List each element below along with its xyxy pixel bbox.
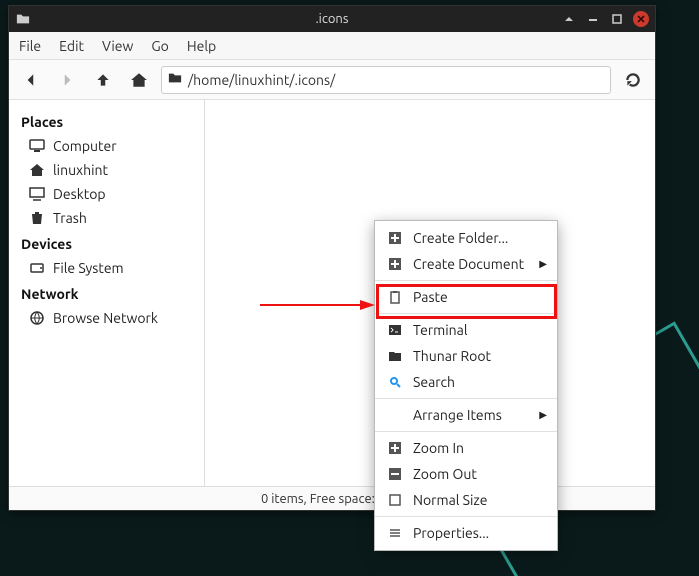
cm-label: Thunar Root bbox=[413, 348, 491, 364]
plus-icon bbox=[387, 256, 403, 272]
cm-label: Search bbox=[413, 374, 455, 390]
sidebar: Places Computer linuxhint Desktop Trash … bbox=[9, 100, 205, 486]
menu-separator bbox=[375, 280, 557, 281]
cm-label: Normal Size bbox=[413, 492, 487, 508]
menu-go[interactable]: Go bbox=[151, 38, 168, 54]
clipboard-icon bbox=[387, 289, 403, 305]
cm-label: Terminal bbox=[413, 322, 468, 338]
folder-icon bbox=[387, 348, 403, 364]
sidebar-item-desktop[interactable]: Desktop bbox=[9, 182, 204, 206]
menu-view[interactable]: View bbox=[102, 38, 133, 54]
sidebar-item-label: Computer bbox=[53, 138, 117, 154]
statusbar: 0 items, Free space: 32.4 bbox=[9, 486, 655, 510]
reload-button[interactable] bbox=[619, 66, 647, 94]
menu-help[interactable]: Help bbox=[187, 38, 216, 54]
cm-arrange-items[interactable]: Arrange Items ▶ bbox=[375, 402, 557, 428]
terminal-icon bbox=[387, 322, 403, 338]
folder-icon bbox=[168, 71, 182, 88]
cm-normal-size[interactable]: Normal Size bbox=[375, 487, 557, 513]
home-button[interactable] bbox=[125, 66, 153, 94]
globe-icon bbox=[29, 310, 45, 326]
cm-label: Create Folder... bbox=[413, 230, 508, 246]
sidebar-item-label: File System bbox=[53, 260, 124, 276]
context-menu: Create Folder... Create Document ▶ Paste… bbox=[374, 220, 558, 551]
titlebar: .icons bbox=[9, 6, 655, 32]
forward-button[interactable] bbox=[53, 66, 81, 94]
normal-size-icon bbox=[387, 492, 403, 508]
menu-separator bbox=[375, 516, 557, 517]
devices-header: Devices bbox=[9, 230, 204, 256]
home-icon bbox=[29, 162, 45, 178]
file-manager-window: .icons File Edit View Go Help bbox=[8, 5, 656, 511]
cm-search[interactable]: Search bbox=[375, 369, 557, 395]
network-header: Network bbox=[9, 280, 204, 306]
plus-icon bbox=[387, 230, 403, 246]
toolbar: /home/linuxhint/.icons/ bbox=[9, 60, 655, 100]
cm-terminal[interactable]: Terminal bbox=[375, 317, 557, 343]
cm-label: Paste bbox=[413, 289, 448, 305]
sidebar-item-trash[interactable]: Trash bbox=[9, 206, 204, 230]
sidebar-item-label: Trash bbox=[53, 210, 87, 226]
menu-separator bbox=[375, 313, 557, 314]
drive-icon bbox=[29, 260, 45, 276]
cm-thunar-root[interactable]: Thunar Root bbox=[375, 343, 557, 369]
menubar: File Edit View Go Help bbox=[9, 32, 655, 60]
cm-zoom-out[interactable]: Zoom Out bbox=[375, 461, 557, 487]
properties-icon bbox=[387, 525, 403, 541]
path-text: /home/linuxhint/.icons/ bbox=[188, 72, 335, 88]
up-caret-icon[interactable] bbox=[561, 11, 577, 27]
sidebar-item-label: linuxhint bbox=[53, 162, 108, 178]
cm-create-folder[interactable]: Create Folder... bbox=[375, 225, 557, 251]
back-button[interactable] bbox=[17, 66, 45, 94]
submenu-arrow-icon: ▶ bbox=[539, 409, 547, 421]
sidebar-item-computer[interactable]: Computer bbox=[9, 134, 204, 158]
sidebar-item-label: Browse Network bbox=[53, 310, 158, 326]
menu-separator bbox=[375, 431, 557, 432]
cm-label: Create Document bbox=[413, 256, 524, 272]
cm-label: Zoom Out bbox=[413, 466, 477, 482]
path-input[interactable]: /home/linuxhint/.icons/ bbox=[161, 66, 611, 94]
places-header: Places bbox=[9, 108, 204, 134]
computer-icon bbox=[29, 138, 45, 154]
sidebar-item-browse-network[interactable]: Browse Network bbox=[9, 306, 204, 330]
menu-file[interactable]: File bbox=[19, 38, 41, 54]
zoom-out-icon bbox=[387, 466, 403, 482]
sidebar-item-filesystem[interactable]: File System bbox=[9, 256, 204, 280]
search-icon bbox=[387, 374, 403, 390]
cm-label: Properties... bbox=[413, 525, 489, 541]
cm-label: Zoom In bbox=[413, 440, 464, 456]
sidebar-item-home[interactable]: linuxhint bbox=[9, 158, 204, 182]
sidebar-item-label: Desktop bbox=[53, 186, 106, 202]
menu-separator bbox=[375, 398, 557, 399]
up-button[interactable] bbox=[89, 66, 117, 94]
close-button[interactable] bbox=[633, 11, 649, 27]
submenu-arrow-icon: ▶ bbox=[539, 258, 547, 270]
folder-icon bbox=[15, 11, 31, 27]
window-title: .icons bbox=[315, 12, 348, 26]
zoom-in-icon bbox=[387, 440, 403, 456]
cm-create-document[interactable]: Create Document ▶ bbox=[375, 251, 557, 277]
minimize-button[interactable] bbox=[585, 11, 601, 27]
cm-paste[interactable]: Paste bbox=[375, 284, 557, 310]
cm-zoom-in[interactable]: Zoom In bbox=[375, 435, 557, 461]
maximize-button[interactable] bbox=[609, 11, 625, 27]
cm-label: Arrange Items bbox=[413, 407, 502, 423]
desktop-icon bbox=[29, 186, 45, 202]
menu-edit[interactable]: Edit bbox=[59, 38, 84, 54]
trash-icon bbox=[29, 210, 45, 226]
cm-properties[interactable]: Properties... bbox=[375, 520, 557, 546]
